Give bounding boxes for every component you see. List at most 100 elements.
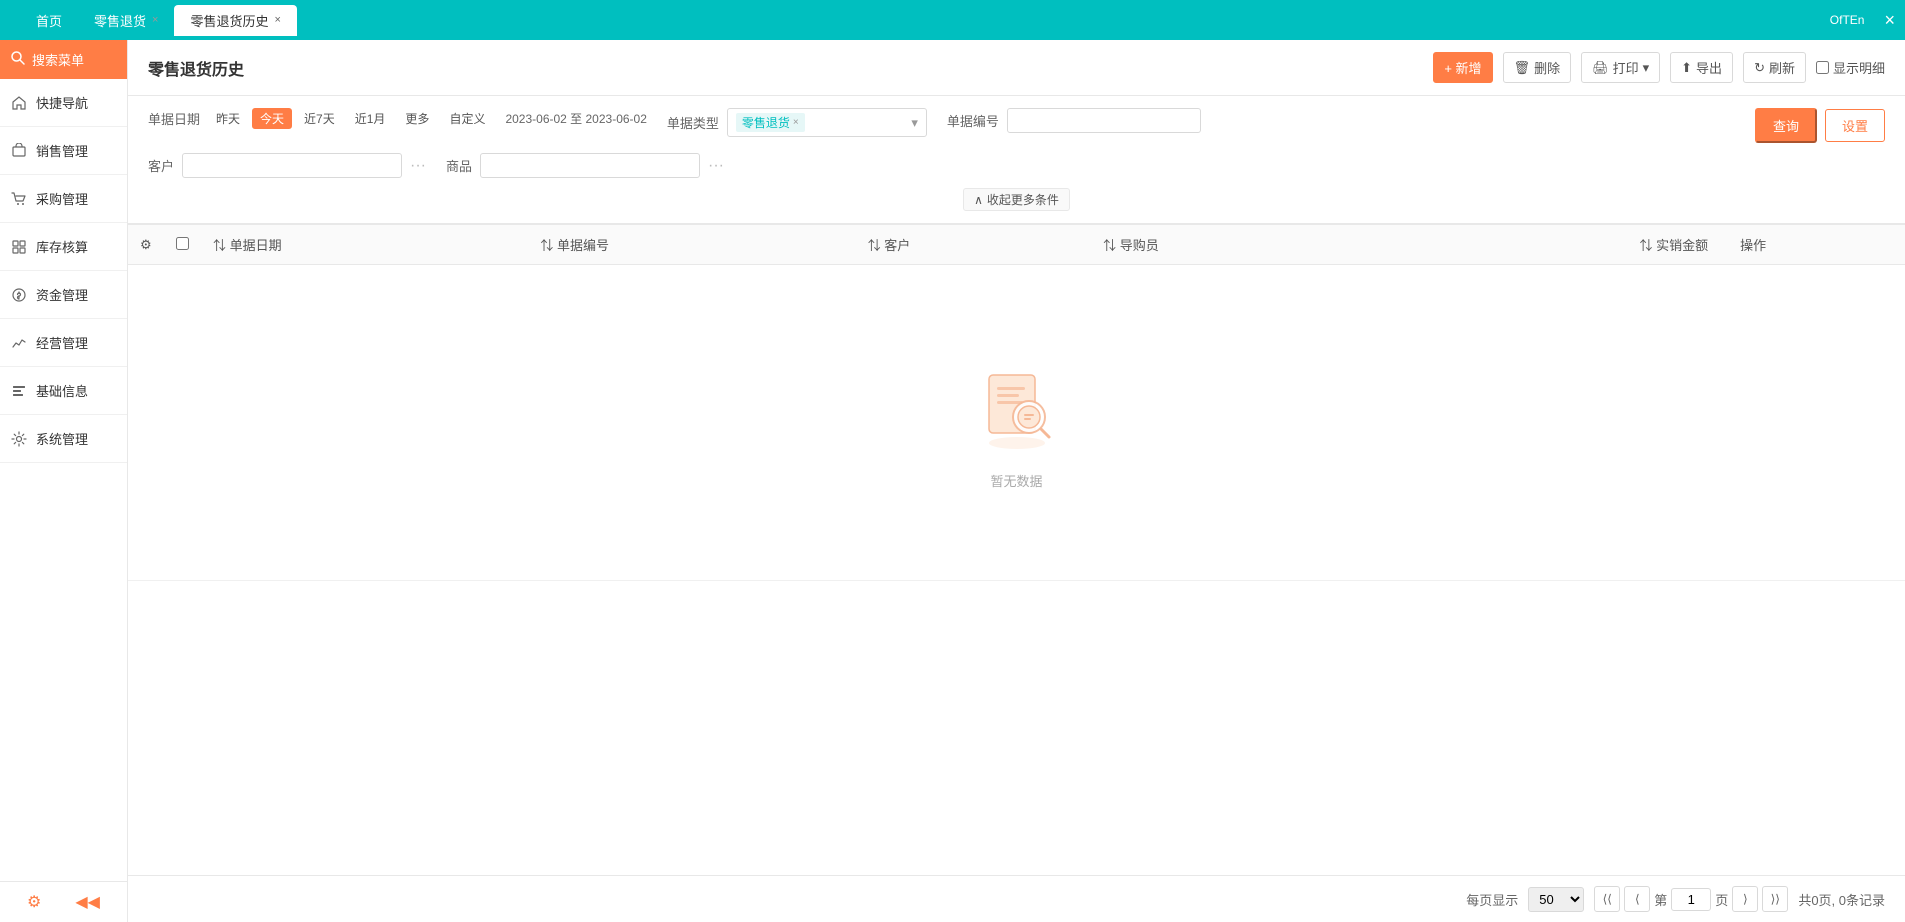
show-detail-checkbox-label[interactable]: 显示明细 [1816, 58, 1885, 77]
sidebar-item-purchase[interactable]: 采购管理 [0, 175, 127, 223]
collapse-label: 收起更多条件 [987, 191, 1059, 208]
table-settings-icon[interactable]: ⚙ [140, 237, 152, 252]
refresh-button[interactable]: ↻ 刷新 [1743, 52, 1806, 83]
empty-area: 暂无数据 [140, 275, 1893, 570]
date-btn-custom[interactable]: 自定义 [441, 108, 493, 129]
filter-number-label: 单据编号 [947, 111, 999, 130]
tab-home[interactable]: 首页 [20, 5, 78, 36]
sidebar-search[interactable]: 搜索菜单 [0, 40, 127, 79]
basic-icon [10, 382, 28, 400]
filter-type: 单据类型 零售退货 × ▾ [667, 108, 927, 137]
first-page-button[interactable]: ⟨⟨ [1594, 886, 1620, 912]
window-close-button[interactable]: × [1884, 10, 1895, 31]
page-number-input[interactable] [1671, 888, 1711, 911]
delete-icon: 🗑 [1514, 60, 1531, 76]
next-page-button[interactable]: ⟩ [1732, 886, 1758, 912]
data-table: ⚙ ⇅ 单据日期 ⇅ 单据编号 ⇅ 客户 [128, 224, 1905, 581]
date-btn-more[interactable]: 更多 [397, 108, 437, 129]
sidebar-item-finance-label: 资金管理 [36, 285, 88, 304]
home-icon [10, 94, 28, 112]
empty-illustration [967, 355, 1067, 455]
sidebar: 搜索菜单 快捷导航 销售管理 [0, 40, 128, 922]
filter-area: 单据日期 昨天 今天 近7天 近1月 更多 自定义 2023-06-02 至 2… [128, 96, 1905, 224]
content-area: 零售退货历史 + 新增 🗑 删除 🖨 打印 ▾ ⬆ 导出 ↻ [128, 40, 1905, 922]
last-page-button[interactable]: ⟩⟩ [1762, 886, 1788, 912]
type-tag-close[interactable]: × [793, 117, 799, 128]
tab-retail-return-close[interactable]: × [152, 14, 158, 26]
filter-goods-input[interactable] [480, 153, 700, 178]
query-button[interactable]: 查询 [1755, 108, 1817, 143]
new-button[interactable]: + 新增 [1433, 52, 1492, 83]
main-layout: 搜索菜单 快捷导航 销售管理 [0, 40, 1905, 922]
date-btn-7days[interactable]: 近7天 [296, 108, 343, 129]
table-empty-cell: 暂无数据 [128, 265, 1905, 581]
often-label: OfTEn [1830, 13, 1865, 27]
filter-customer: 客户 ··· [148, 153, 426, 178]
delete-button[interactable]: 🗑 删除 [1503, 52, 1572, 83]
col-customer-label: ⇅ 客户 [868, 238, 911, 253]
sidebar-item-finance[interactable]: 资金管理 [0, 271, 127, 319]
tab-retail-return-history-close[interactable]: × [274, 14, 280, 26]
filter-date-buttons: 昨天 今天 近7天 近1月 更多 自定义 [208, 108, 493, 129]
filter-number-input[interactable] [1007, 108, 1201, 133]
filter-customer-input[interactable] [182, 153, 402, 178]
inventory-icon [10, 238, 28, 256]
table-col-settings: ⚙ [128, 225, 164, 265]
sidebar-item-operations-label: 经营管理 [36, 333, 88, 352]
sidebar-item-operations[interactable]: 经营管理 [0, 319, 127, 367]
print-button[interactable]: 🖨 打印 ▾ [1581, 52, 1660, 83]
prev-page-button[interactable]: ⟨ [1624, 886, 1650, 912]
sidebar-item-inventory[interactable]: 库存核算 [0, 223, 127, 271]
collapse-button[interactable]: ∧ 收起更多条件 [963, 188, 1070, 211]
show-detail-label: 显示明细 [1833, 58, 1885, 77]
gear-button[interactable]: ⚙ [27, 892, 41, 912]
filter-goods-label: 商品 [446, 156, 472, 175]
filter-date-label: 单据日期 [148, 109, 200, 128]
type-select-chevron-icon: ▾ [911, 115, 918, 131]
table-col-check [164, 225, 201, 265]
tab-retail-return-history[interactable]: 零售退货历史 × [174, 5, 296, 36]
audio-button[interactable]: ◀◀ [75, 892, 100, 912]
setting-button[interactable]: 设置 [1825, 109, 1885, 142]
tab-retail-return-history-label: 零售退货历史 [190, 11, 268, 30]
tab-home-label: 首页 [36, 11, 62, 30]
date-btn-today[interactable]: 今天 [252, 108, 292, 129]
finance-icon [10, 286, 28, 304]
collapse-up-icon: ∧ [974, 193, 983, 207]
sidebar-item-basic[interactable]: 基础信息 [0, 367, 127, 415]
export-button[interactable]: ⬆ 导出 [1670, 52, 1733, 83]
type-tag-retail-return: 零售退货 × [736, 113, 805, 132]
table-check-all[interactable] [176, 237, 189, 250]
date-btn-yesterday[interactable]: 昨天 [208, 108, 248, 129]
filter-type-select[interactable]: 零售退货 × ▾ [727, 108, 927, 137]
print-chevron-icon: ▾ [1643, 60, 1650, 76]
operations-icon [10, 334, 28, 352]
sidebar-search-label: 搜索菜单 [32, 50, 84, 69]
table-col-guide: ⇅ 导购员 [1091, 225, 1372, 265]
top-bar: 首页 零售退货 × 零售退货历史 × OfTEn × [0, 0, 1905, 40]
customer-picker-icon[interactable]: ··· [410, 157, 426, 175]
page-navigation: ⟨⟨ ⟨ 第 页 ⟩ ⟩⟩ [1594, 886, 1788, 912]
col-number-label: ⇅ 单据编号 [540, 238, 609, 253]
date-btn-1month[interactable]: 近1月 [347, 108, 394, 129]
sidebar-item-system[interactable]: 系统管理 [0, 415, 127, 463]
col-amount-label: ⇅ 实销金额 [1640, 238, 1709, 253]
refresh-icon: ↻ [1754, 60, 1765, 76]
filter-date: 单据日期 昨天 今天 近7天 近1月 更多 自定义 2023-06-02 至 2… [148, 108, 647, 129]
col-action-label: 操作 [1740, 238, 1766, 253]
goods-picker-icon[interactable]: ··· [708, 157, 724, 175]
export-icon: ⬆ [1681, 60, 1692, 76]
filter-row-2: 客户 ··· 商品 ··· [148, 153, 1885, 178]
filter-row-1: 单据日期 昨天 今天 近7天 近1月 更多 自定义 2023-06-02 至 2… [148, 108, 1885, 143]
sidebar-item-quick-nav[interactable]: 快捷导航 [0, 79, 127, 127]
show-detail-checkbox[interactable] [1816, 61, 1829, 74]
sidebar-item-sales[interactable]: 销售管理 [0, 127, 127, 175]
topbar-right: OfTEn × [1830, 10, 1895, 31]
purchase-icon [10, 190, 28, 208]
per-page-select[interactable]: 10 20 50 100 [1528, 887, 1584, 912]
header-actions: + 新增 🗑 删除 🖨 打印 ▾ ⬆ 导出 ↻ 刷新 [1433, 52, 1885, 83]
tab-retail-return-label: 零售退货 [94, 11, 146, 30]
tab-retail-return[interactable]: 零售退货 × [78, 5, 174, 36]
filter-goods: 商品 ··· [446, 153, 724, 178]
sidebar-bottom: ⚙ ◀◀ [0, 881, 127, 922]
